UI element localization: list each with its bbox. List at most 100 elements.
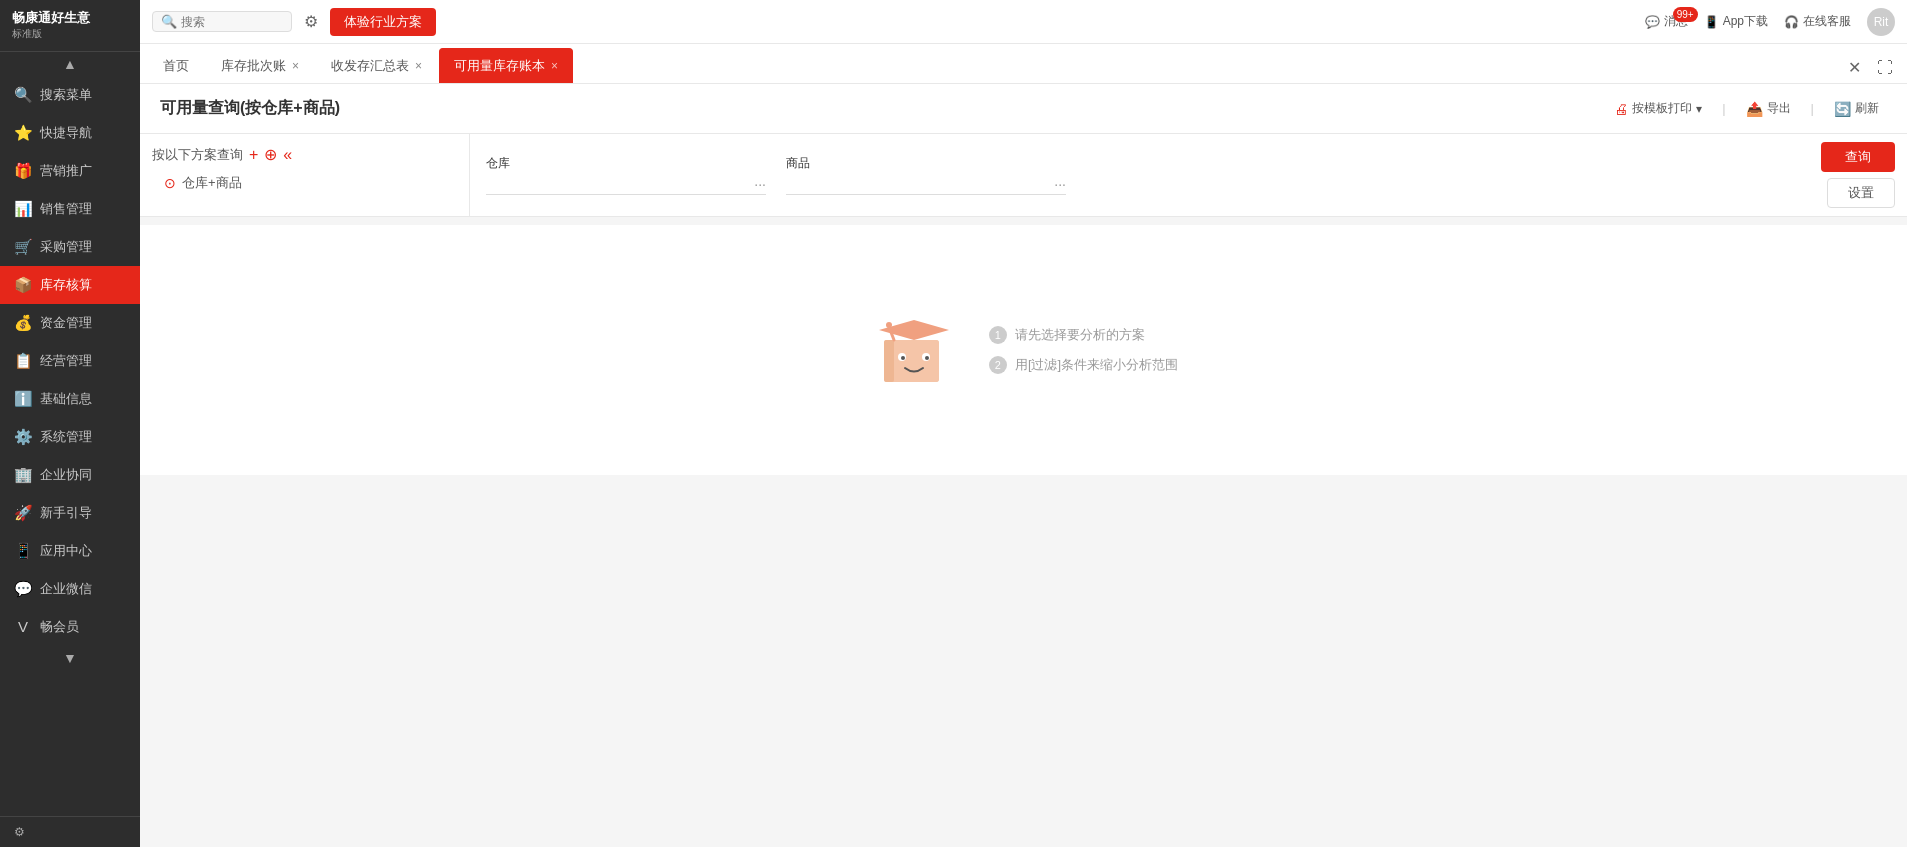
collapse-button[interactable]: « (283, 147, 292, 163)
logo-subtitle: 标准版 (12, 27, 128, 41)
empty-box-icon (869, 305, 959, 395)
sidebar-item-shortcut[interactable]: ⭐ 快捷导航 (0, 114, 140, 152)
sidebar-item-enterprise-wechat[interactable]: 💬 企业微信 (0, 570, 140, 608)
new-user-label: 新手引导 (40, 504, 92, 522)
product-filter-field: 商品 ··· (786, 155, 1066, 195)
sidebar-item-inventory-calc[interactable]: 📦 库存核算 (0, 266, 140, 304)
sidebar-item-funds-mgmt[interactable]: 💰 资金管理 (0, 304, 140, 342)
scheme-item-0[interactable]: ⊙ 仓库+商品 (140, 168, 469, 198)
query-action-col: 查询 设置 (1809, 134, 1907, 216)
topbar: 🔍 ⚙ 体验行业方案 💬 消息 99+ 📱 App下载 🎧 在线客服 (140, 0, 1907, 44)
funds-mgmt-label: 资金管理 (40, 314, 92, 332)
tab-receipt-summary[interactable]: 收发存汇总表 × (316, 48, 437, 83)
industry-solution-button[interactable]: 体验行业方案 (330, 8, 436, 36)
refresh-button[interactable]: 🔄 刷新 (1826, 96, 1887, 121)
svg-point-5 (901, 356, 905, 360)
search-icon: 🔍 (161, 14, 177, 29)
sidebar-scroll-down[interactable]: ▼ (0, 646, 140, 670)
sidebar-item-enterprise-collab[interactable]: 🏢 企业协同 (0, 456, 140, 494)
tab-close-available-ledger[interactable]: × (551, 59, 558, 73)
app-download-button[interactable]: 📱 App下载 (1704, 13, 1768, 30)
tab-label-receipt-summary: 收发存汇总表 (331, 57, 409, 75)
vip-icon: V (14, 618, 32, 635)
empty-tip-1: 1 请先选择要分析的方案 (989, 326, 1178, 344)
sidebar-item-ops-mgmt[interactable]: 📋 经营管理 (0, 342, 140, 380)
purchase-mgmt-label: 采购管理 (40, 238, 92, 256)
topbar-gear-button[interactable]: ⚙ (300, 8, 322, 35)
sidebar-item-purchase-mgmt[interactable]: 🛒 采购管理 (0, 228, 140, 266)
tab-close-receipt-summary[interactable]: × (415, 59, 422, 73)
page-title: 可用量查询(按仓库+商品) (160, 98, 340, 119)
vip-label: 畅会员 (40, 618, 79, 636)
print-label: 按模板打印 (1632, 100, 1692, 117)
user-avatar-button[interactable]: Rit (1867, 8, 1895, 36)
inventory-calc-label: 库存核算 (40, 276, 92, 294)
message-button[interactable]: 💬 消息 99+ (1645, 13, 1688, 30)
tab-close-batch-ledger[interactable]: × (292, 59, 299, 73)
divider2: | (1811, 101, 1814, 116)
sidebar-bottom-settings[interactable]: ⚙ (0, 816, 140, 847)
print-button[interactable]: 🖨 按模板打印 ▾ (1606, 96, 1710, 121)
main-area: 🔍 ⚙ 体验行业方案 💬 消息 99+ 📱 App下载 🎧 在线客服 (140, 0, 1907, 847)
topbar-search-box[interactable]: 🔍 (152, 11, 292, 32)
query-button[interactable]: 查询 (1821, 142, 1895, 172)
shortcut-label: 快捷导航 (40, 124, 92, 142)
enterprise-collab-icon: 🏢 (14, 466, 32, 484)
add-scheme-button[interactable]: + (249, 147, 258, 163)
app-center-label: 应用中心 (40, 542, 92, 560)
svg-point-6 (925, 356, 929, 360)
search-label: 搜索菜单 (40, 86, 92, 104)
online-service-button[interactable]: 🎧 在线客服 (1784, 13, 1851, 30)
sidebar-item-system-mgmt[interactable]: ⚙️ 系统管理 (0, 418, 140, 456)
app-center-icon: 📱 (14, 542, 32, 560)
tab-home[interactable]: 首页 (148, 48, 204, 83)
export-icon: 📤 (1746, 101, 1763, 117)
sidebar-item-vip[interactable]: V 畅会员 (0, 608, 140, 646)
message-icon: 💬 (1645, 15, 1660, 29)
product-dots-button[interactable]: ··· (1054, 176, 1066, 192)
sidebar-item-basic-info[interactable]: ℹ️ 基础信息 (0, 380, 140, 418)
sidebar-item-search[interactable]: 🔍 搜索菜单 (0, 76, 140, 114)
query-settings-button[interactable]: 设置 (1827, 178, 1895, 208)
tab-batch-ledger[interactable]: 库存批次账× (206, 48, 314, 83)
basic-info-label: 基础信息 (40, 390, 92, 408)
settings-icon: ⚙ (14, 825, 25, 839)
sidebar-scroll-up[interactable]: ▲ (0, 52, 140, 76)
export-button[interactable]: 📤 导出 (1738, 96, 1799, 121)
sales-mgmt-label: 销售管理 (40, 200, 92, 218)
svg-rect-2 (884, 340, 894, 382)
headset-icon: 🎧 (1784, 15, 1799, 29)
ops-mgmt-label: 经营管理 (40, 352, 92, 370)
message-badge: 99+ (1673, 7, 1698, 22)
product-input[interactable] (786, 177, 1048, 192)
close-tab-button[interactable]: ✕ (1842, 56, 1867, 79)
query-area: 按以下方案查询 + ⊕ « ⊙ 仓库+商品 仓库 ··· (140, 134, 1907, 217)
inventory-calc-icon: 📦 (14, 276, 32, 294)
sidebar-item-marketing-promo[interactable]: 🎁 营销推广 (0, 152, 140, 190)
empty-state-tips: 1 请先选择要分析的方案 2 用[过滤]条件来缩小分析范围 (989, 326, 1178, 374)
sidebar-item-sales-mgmt[interactable]: 📊 销售管理 (0, 190, 140, 228)
product-input-wrap: ··· (786, 174, 1066, 195)
gear-icon: ⚙ (304, 13, 318, 30)
query-scheme-header: 按以下方案查询 + ⊕ « (140, 142, 469, 168)
sidebar-item-new-user[interactable]: 🚀 新手引导 (0, 494, 140, 532)
tip-text-1: 请先选择要分析的方案 (1015, 326, 1145, 344)
tip-text-2: 用[过滤]条件来缩小分析范围 (1015, 356, 1178, 374)
tab-available-ledger[interactable]: 可用量库存账本× (439, 48, 573, 83)
maximize-button[interactable]: ⛶ (1871, 57, 1899, 79)
refresh-label: 刷新 (1855, 100, 1879, 117)
scheme-icon-0: ⊙ (164, 175, 176, 191)
refresh-icon: 🔄 (1834, 101, 1851, 117)
search-input[interactable] (181, 15, 271, 29)
marketing-promo-icon: 🎁 (14, 162, 32, 180)
warehouse-dots-button[interactable]: ··· (754, 176, 766, 192)
tabbar-controls: ✕ ⛶ (1842, 56, 1899, 83)
query-filter-panel: 仓库 ··· 商品 ··· (470, 134, 1809, 216)
basic-info-icon: ℹ️ (14, 390, 32, 408)
warehouse-input[interactable] (486, 177, 748, 192)
warehouse-label: 仓库 (486, 155, 766, 172)
enterprise-collab-label: 企业协同 (40, 466, 92, 484)
scheme-settings-button[interactable]: ⊕ (264, 147, 277, 163)
tab-label-home: 首页 (163, 57, 189, 75)
sidebar-item-app-center[interactable]: 📱 应用中心 (0, 532, 140, 570)
